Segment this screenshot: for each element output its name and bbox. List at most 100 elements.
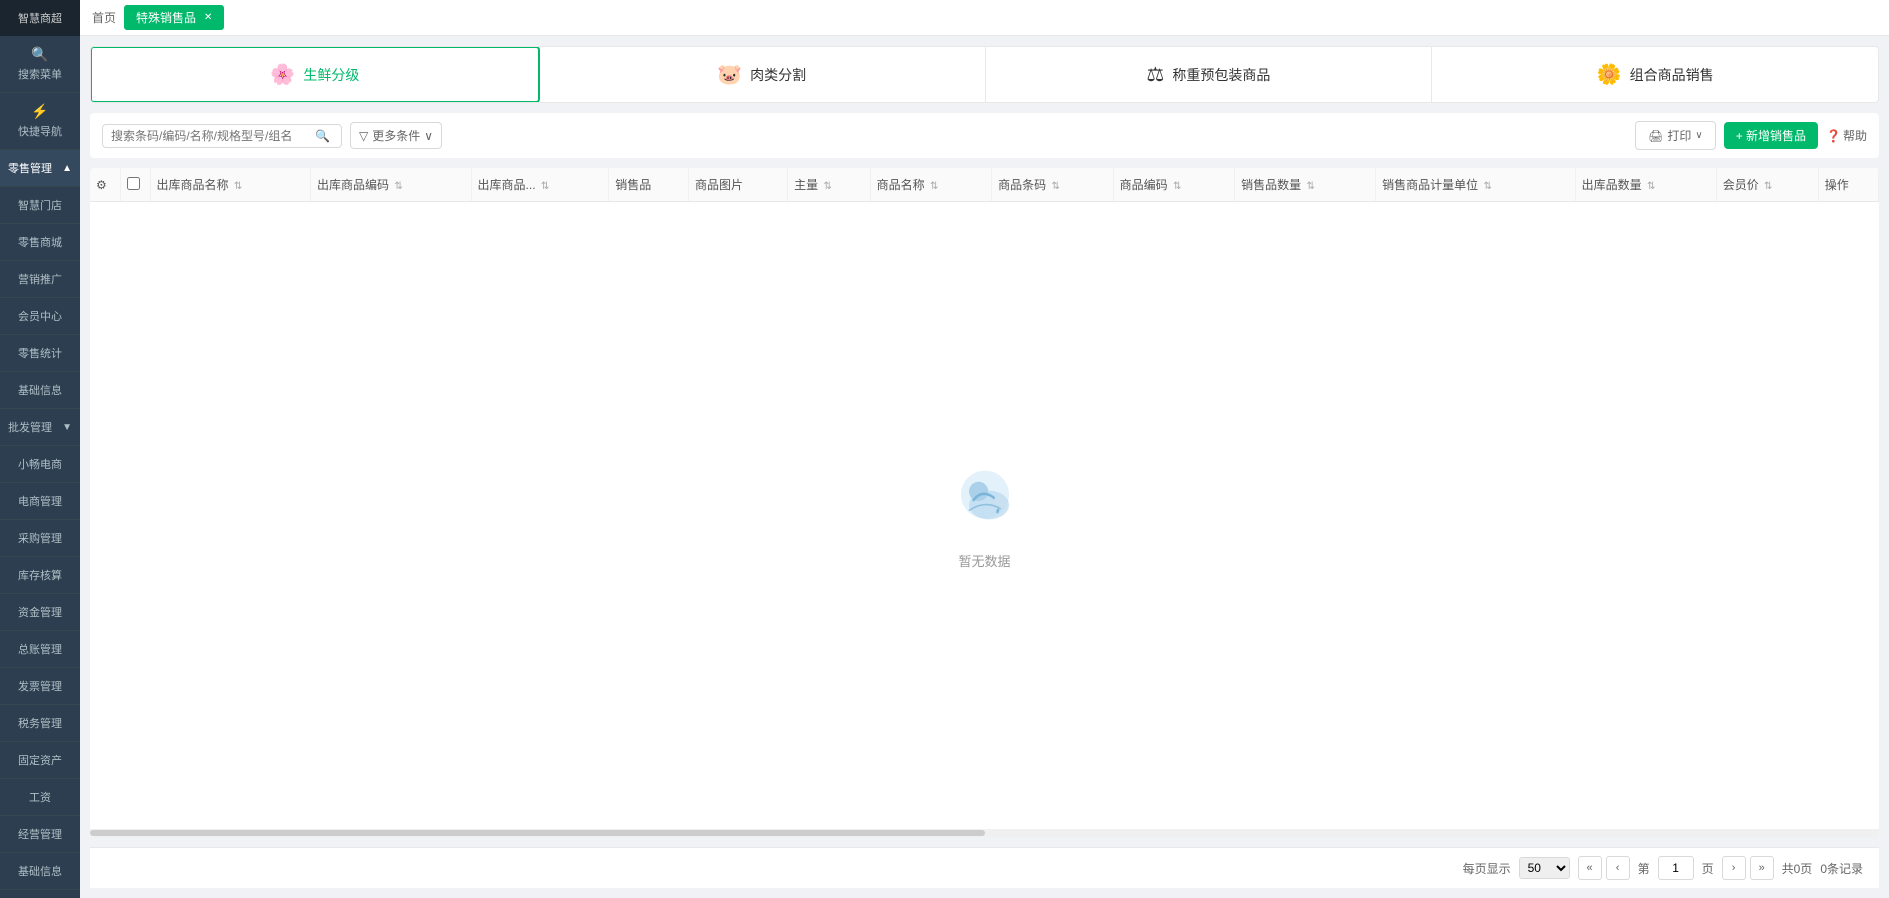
th-action: 操作: [1818, 168, 1878, 202]
sidebar-item-invoice-mgmt[interactable]: 发票管理: [0, 668, 80, 705]
sidebar-item-sys-mgmt[interactable]: 系统管理: [0, 890, 80, 898]
total-pages: 共0页: [1782, 860, 1813, 877]
close-tab-icon[interactable]: ✕: [204, 12, 212, 23]
sidebar-item-finance[interactable]: 资金管理: [0, 594, 80, 631]
th-out-product-code: 出库商品编码 ⇅: [311, 168, 472, 202]
sort-icon2[interactable]: ⇅: [394, 181, 402, 192]
sort-icon8[interactable]: ⇅: [1306, 181, 1314, 192]
th-settings[interactable]: ⚙: [90, 168, 120, 202]
th-product-image: 商品图片: [688, 168, 787, 202]
th-out-product-name: 出库商品名称 ⇅: [150, 168, 311, 202]
quick-nav-icon: ⚡: [31, 103, 48, 120]
sidebar-item-ops-mgmt[interactable]: 经营管理: [0, 816, 80, 853]
print-button[interactable]: 🖨 打印 ∨: [1635, 121, 1716, 150]
th-product-code: 商品编码 ⇅: [1113, 168, 1235, 202]
sidebar-item-wholesale-mgmt[interactable]: 批发管理 ▼: [0, 409, 80, 446]
chevron-down-icon: ▲: [62, 163, 72, 174]
sidebar: 智慧商超 🔍 搜索菜单 ⚡ 快捷导航 零售管理 ▲ 智慧门店 零售商城 营销推广…: [0, 0, 80, 898]
th-out-stock-qty: 出库品数量 ⇅: [1575, 168, 1716, 202]
app-logo: 智慧商超: [0, 0, 80, 36]
page-label: 第: [1638, 860, 1650, 877]
cat-tab-weigh-package[interactable]: ⚖ 称重预包装商品: [986, 47, 1433, 102]
topbar: 首页 特殊销售品 ✕: [80, 0, 1889, 36]
add-button[interactable]: + 新增销售品: [1724, 122, 1818, 149]
cat-tab-meat-cut[interactable]: 🐷 肉类分割: [539, 47, 986, 102]
cat-tab-combo-product[interactable]: 🌼 组合商品销售: [1432, 47, 1878, 102]
sidebar-item-quick-nav[interactable]: ⚡ 快捷导航: [0, 93, 80, 150]
main-area: 首页 特殊销售品 ✕ 🌸 生鲜分级 🐷 肉类分割 ⚖ 称重预包装商品 🌼 组合商…: [80, 0, 1889, 898]
toolbar: 🔍 ▽ 更多条件 ∨ 🖨 打印 ∨ + 新增销售品 ❓ 帮助: [90, 113, 1879, 158]
combo-product-icon: 🌼: [1597, 62, 1622, 87]
category-tabs: 🌸 生鲜分级 🐷 肉类分割 ⚖ 称重预包装商品 🌼 组合商品销售: [90, 46, 1879, 103]
pagination: 每页显示 50 10 20 100 « ‹ 第 页 › » 共0页 0条记录: [90, 847, 1879, 888]
sidebar-item-search-order[interactable]: 🔍 搜索菜单: [0, 36, 80, 93]
sort-icon10[interactable]: ⇅: [1647, 181, 1655, 192]
table-wrapper: ⚙ 出库商品名称 ⇅ 出库商品编码 ⇅ 出库商品: [90, 168, 1879, 837]
sort-icon6[interactable]: ⇅: [1051, 181, 1059, 192]
sort-icon5[interactable]: ⇅: [930, 181, 938, 192]
sidebar-item-member-center[interactable]: 会员中心: [0, 298, 80, 335]
sidebar-item-general-mgmt[interactable]: 总账管理: [0, 631, 80, 668]
per-page-select[interactable]: 50 10 20 100: [1519, 857, 1570, 879]
prev-page-button[interactable]: ‹: [1606, 856, 1630, 880]
sidebar-item-mini-ecom[interactable]: 小畅电商: [0, 446, 80, 483]
horizontal-scrollbar[interactable]: [90, 829, 1879, 837]
th-product-name: 商品名称 ⇅: [870, 168, 992, 202]
sidebar-item-inventory[interactable]: 库存核算: [0, 557, 80, 594]
sidebar-item-tax-mgmt[interactable]: 税务管理: [0, 705, 80, 742]
sidebar-item-basic-info[interactable]: 基础信息: [0, 372, 80, 409]
sort-icon7[interactable]: ⇅: [1173, 181, 1181, 192]
sort-icon[interactable]: ⇅: [234, 181, 242, 192]
toolbar-right: 🖨 打印 ∨ + 新增销售品 ❓ 帮助: [1635, 121, 1867, 150]
filter-button[interactable]: ▽ 更多条件 ∨: [350, 122, 442, 149]
last-page-button[interactable]: »: [1750, 856, 1774, 880]
th-sales-product: 销售品: [609, 168, 689, 202]
sidebar-item-retail-mgmt[interactable]: 零售管理 ▲: [0, 150, 80, 187]
filter-icon: ▽: [359, 129, 368, 143]
sort-icon9[interactable]: ⇅: [1484, 181, 1492, 192]
print-chevron-icon: ∨: [1695, 130, 1702, 141]
home-link[interactable]: 首页: [92, 9, 116, 26]
sort-icon11[interactable]: ⇅: [1764, 181, 1772, 192]
help-icon: ❓: [1826, 129, 1841, 143]
meat-cut-icon: 🐷: [717, 62, 742, 87]
page-input[interactable]: [1658, 856, 1694, 880]
page-content: 🌸 生鲜分级 🐷 肉类分割 ⚖ 称重预包装商品 🌼 组合商品销售 🔍: [80, 36, 1889, 898]
first-page-button[interactable]: «: [1578, 856, 1602, 880]
empty-text: 暂无数据: [958, 551, 1010, 570]
print-icon: 🖨: [1648, 129, 1663, 143]
data-table: ⚙ 出库商品名称 ⇅ 出库商品编码 ⇅ 出库商品: [90, 168, 1879, 202]
cat-tab-fresh-grade[interactable]: 🌸 生鲜分级: [90, 46, 540, 103]
sidebar-item-sales-promo[interactable]: 营销推广: [0, 261, 80, 298]
empty-illustration: [945, 461, 1025, 541]
select-all-checkbox[interactable]: [127, 177, 140, 190]
sidebar-item-basic-info2[interactable]: 基础信息: [0, 853, 80, 890]
th-sales-qty: 销售品数量 ⇅: [1235, 168, 1376, 202]
help-button[interactable]: ❓ 帮助: [1826, 127, 1867, 144]
empty-state: 暂无数据: [90, 202, 1879, 829]
active-tab[interactable]: 特殊销售品 ✕: [124, 5, 224, 30]
th-sales-unit: 销售商品计量单位 ⇅: [1376, 168, 1576, 202]
weigh-package-icon: ⚖: [1146, 62, 1164, 87]
th-out-product-extra: 出库商品... ⇅: [471, 168, 609, 202]
sidebar-item-retail-stat[interactable]: 零售统计: [0, 335, 80, 372]
sidebar-item-fixed-assets[interactable]: 固定资产: [0, 742, 80, 779]
sidebar-item-ecom-mgmt[interactable]: 电商管理: [0, 483, 80, 520]
per-page-label: 每页显示: [1463, 860, 1511, 877]
th-main-weight: 主量 ⇅: [788, 168, 870, 202]
search-input[interactable]: [111, 129, 311, 143]
search-box[interactable]: 🔍: [102, 124, 342, 148]
sidebar-item-purchase-mgmt[interactable]: 采购管理: [0, 520, 80, 557]
sort-icon4[interactable]: ⇅: [824, 181, 832, 192]
toolbar-left: 🔍 ▽ 更多条件 ∨: [102, 122, 442, 149]
search-icon: 🔍: [315, 129, 330, 143]
sidebar-item-smart-store[interactable]: 智慧门店: [0, 187, 80, 224]
page-nav: « ‹ 第 页 › »: [1578, 856, 1774, 880]
next-page-button[interactable]: ›: [1722, 856, 1746, 880]
sidebar-item-salary[interactable]: 工资: [0, 779, 80, 816]
sort-icon3[interactable]: ⇅: [541, 181, 549, 192]
scrollbar-thumb[interactable]: [90, 830, 985, 836]
th-checkbox[interactable]: [120, 168, 150, 202]
sidebar-item-retail-mall[interactable]: 零售商城: [0, 224, 80, 261]
total-records: 0条记录: [1820, 860, 1863, 877]
